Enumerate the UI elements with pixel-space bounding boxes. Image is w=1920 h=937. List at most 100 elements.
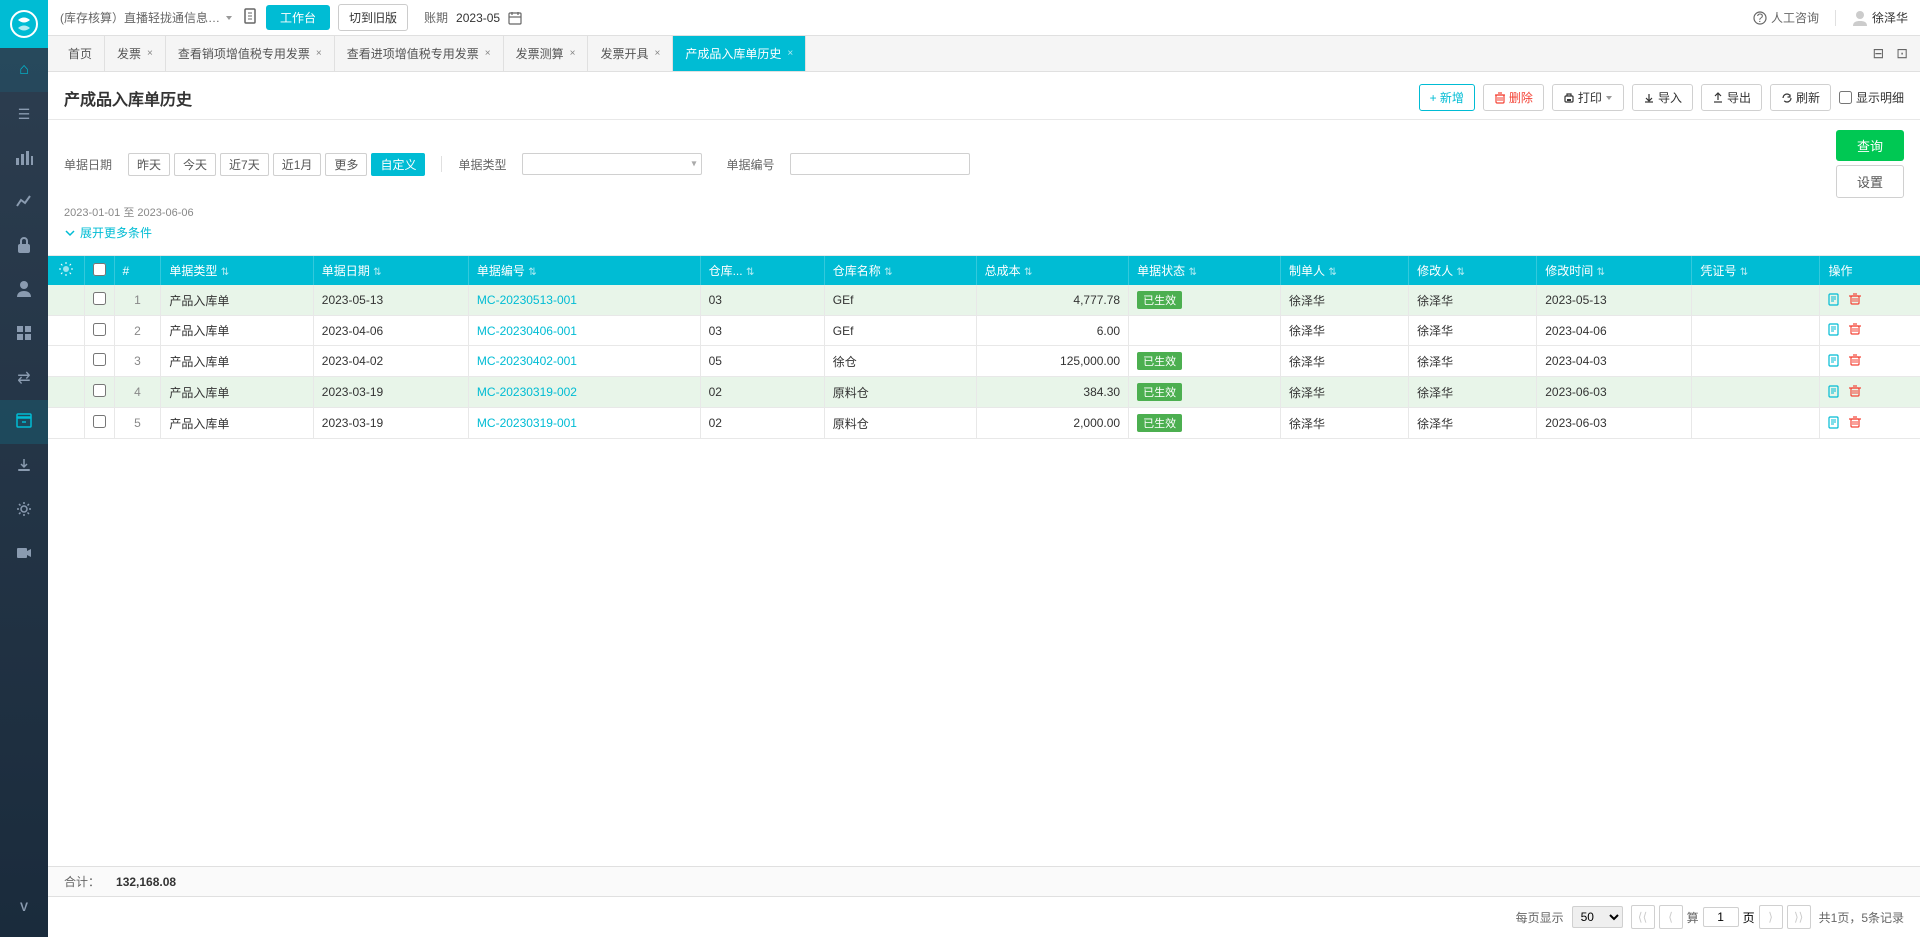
row-edit-icon[interactable] xyxy=(1828,353,1842,370)
date-btn-more[interactable]: 更多 xyxy=(325,153,367,176)
first-page-btn[interactable]: ⟨⟨ xyxy=(1631,905,1655,929)
page-number-input[interactable] xyxy=(1703,907,1739,927)
tab-maximize-icon[interactable]: ⊡ xyxy=(1892,41,1912,66)
sidebar-item-home[interactable]: ⌂ xyxy=(0,48,48,92)
query-button[interactable]: 查询 xyxy=(1836,130,1904,161)
prev-page-btn[interactable]: ⟨ xyxy=(1659,905,1683,929)
th-modifier[interactable]: 修改人 ⇅ xyxy=(1409,256,1537,285)
per-page-select[interactable]: 50 20 100 xyxy=(1572,906,1623,928)
date-btn-yesterday[interactable]: 昨天 xyxy=(128,153,170,176)
row-number[interactable]: MC-20230319-001 xyxy=(468,408,700,439)
set-button[interactable]: 设置 xyxy=(1836,165,1904,198)
new-button[interactable]: + 新增 xyxy=(1419,84,1475,111)
th-date[interactable]: 单据日期 ⇅ xyxy=(313,256,468,285)
row-checkbox[interactable] xyxy=(93,323,106,336)
number-filter-input[interactable] xyxy=(790,153,970,175)
th-type[interactable]: 单据类型 ⇅ xyxy=(161,256,313,285)
sidebar-item-analytics[interactable] xyxy=(0,180,48,224)
sidebar-item-settings[interactable] xyxy=(0,488,48,532)
sidebar-item-archive[interactable] xyxy=(0,400,48,444)
row-checkbox[interactable] xyxy=(93,353,106,366)
row-delete-icon[interactable] xyxy=(1848,322,1862,339)
tab-purchase-vat-close[interactable]: × xyxy=(485,48,491,59)
date-btn-1month[interactable]: 近1月 xyxy=(273,153,322,176)
sidebar-item-document[interactable]: ☰ xyxy=(0,92,48,136)
sidebar-item-video[interactable] xyxy=(0,532,48,576)
user-name: 徐泽华 xyxy=(1872,9,1908,26)
tab-sales-vat[interactable]: 查看销项增值税专用发票 × xyxy=(166,36,335,71)
tab-invoice-open[interactable]: 发票开具 × xyxy=(588,36,673,71)
th-warehouse-name[interactable]: 仓库名称 ⇅ xyxy=(824,256,976,285)
sidebar-item-version[interactable]: V xyxy=(0,885,48,929)
history-button[interactable]: 切到旧版 xyxy=(338,4,408,31)
show-detail-toggle[interactable]: 显示明细 xyxy=(1839,89,1904,106)
show-detail-checkbox[interactable] xyxy=(1839,91,1852,104)
th-settings[interactable] xyxy=(48,256,84,285)
row-delete-icon[interactable] xyxy=(1848,292,1862,309)
tab-invoice-open-close[interactable]: × xyxy=(654,48,660,59)
sidebar-item-person[interactable] xyxy=(0,268,48,312)
row-checkbox-cell[interactable] xyxy=(84,285,114,316)
workspace-button[interactable]: 工作台 xyxy=(266,5,330,30)
row-creator: 徐泽华 xyxy=(1280,408,1408,439)
tab-sales-vat-close[interactable]: × xyxy=(316,48,322,59)
expand-more-btn[interactable]: 展开更多条件 xyxy=(64,220,1904,245)
row-checkbox[interactable] xyxy=(93,384,106,397)
tab-product-history[interactable]: 产成品入库单历史 × xyxy=(673,36,806,71)
row-number[interactable]: MC-20230406-001 xyxy=(468,316,700,346)
tab-home[interactable]: 首页 xyxy=(56,36,105,71)
delete-button[interactable]: 删除 xyxy=(1483,84,1544,111)
row-delete-icon[interactable] xyxy=(1848,415,1862,432)
th-checkbox[interactable] xyxy=(84,256,114,285)
type-filter-select[interactable] xyxy=(522,153,702,175)
row-delete-icon[interactable] xyxy=(1848,384,1862,401)
sidebar-item-transfer[interactable]: ⇄ xyxy=(0,356,48,400)
row-number[interactable]: MC-20230513-001 xyxy=(468,285,700,316)
last-page-btn[interactable]: ⟩⟩ xyxy=(1787,905,1811,929)
next-page-btn[interactable]: ⟩ xyxy=(1759,905,1783,929)
row-checkbox-cell[interactable] xyxy=(84,316,114,346)
select-all-checkbox[interactable] xyxy=(93,263,106,276)
row-checkbox-cell[interactable] xyxy=(84,408,114,439)
tab-invoice-calc-close[interactable]: × xyxy=(570,48,576,59)
th-modify-time[interactable]: 修改时间 ⇅ xyxy=(1537,256,1692,285)
row-edit-icon[interactable] xyxy=(1828,415,1842,432)
date-btn-custom[interactable]: 自定义 xyxy=(371,153,425,176)
date-btn-today[interactable]: 今天 xyxy=(174,153,216,176)
tab-invoice-close[interactable]: × xyxy=(147,48,153,59)
date-btn-7days[interactable]: 近7天 xyxy=(220,153,269,176)
th-creator[interactable]: 制单人 ⇅ xyxy=(1280,256,1408,285)
th-warehouse-code[interactable]: 仓库... ⇅ xyxy=(700,256,824,285)
tab-purchase-vat[interactable]: 查看进项增值税专用发票 × xyxy=(335,36,504,71)
th-total-cost[interactable]: 总成本 ⇅ xyxy=(976,256,1128,285)
tab-invoice-calc[interactable]: 发票测算 × xyxy=(504,36,589,71)
calendar-icon[interactable] xyxy=(508,11,522,25)
sidebar-item-grid[interactable] xyxy=(0,312,48,356)
row-edit-icon[interactable] xyxy=(1828,292,1842,309)
import-button[interactable]: 导入 xyxy=(1632,84,1693,111)
tab-invoice[interactable]: 发票 × xyxy=(105,36,166,71)
company-selector[interactable]: (库存核算）直播轻拢通信息技术股份... xyxy=(60,9,234,26)
user-menu[interactable]: 徐泽华 xyxy=(1852,9,1908,26)
sidebar-item-download[interactable] xyxy=(0,444,48,488)
row-checkbox[interactable] xyxy=(93,415,106,428)
row-checkbox[interactable] xyxy=(93,292,106,305)
print-button[interactable]: 打印 xyxy=(1552,84,1624,111)
refresh-button[interactable]: 刷新 xyxy=(1770,84,1831,111)
sidebar-item-chart[interactable] xyxy=(0,136,48,180)
row-number[interactable]: MC-20230402-001 xyxy=(468,346,700,377)
export-button[interactable]: 导出 xyxy=(1701,84,1762,111)
tab-minimize-icon[interactable]: ⊟ xyxy=(1869,41,1889,66)
row-number[interactable]: MC-20230319-002 xyxy=(468,377,700,408)
help-button[interactable]: ? 人工咨询 xyxy=(1753,9,1819,26)
th-voucher[interactable]: 凭证号 ⇅ xyxy=(1692,256,1820,285)
th-number[interactable]: 单据编号 ⇅ xyxy=(468,256,700,285)
row-delete-icon[interactable] xyxy=(1848,353,1862,370)
row-edit-icon[interactable] xyxy=(1828,384,1842,401)
th-status[interactable]: 单据状态 ⇅ xyxy=(1129,256,1281,285)
row-checkbox-cell[interactable] xyxy=(84,377,114,408)
row-edit-icon[interactable] xyxy=(1828,322,1842,339)
row-checkbox-cell[interactable] xyxy=(84,346,114,377)
tab-product-history-close[interactable]: × xyxy=(787,48,793,59)
sidebar-item-lock[interactable] xyxy=(0,224,48,268)
